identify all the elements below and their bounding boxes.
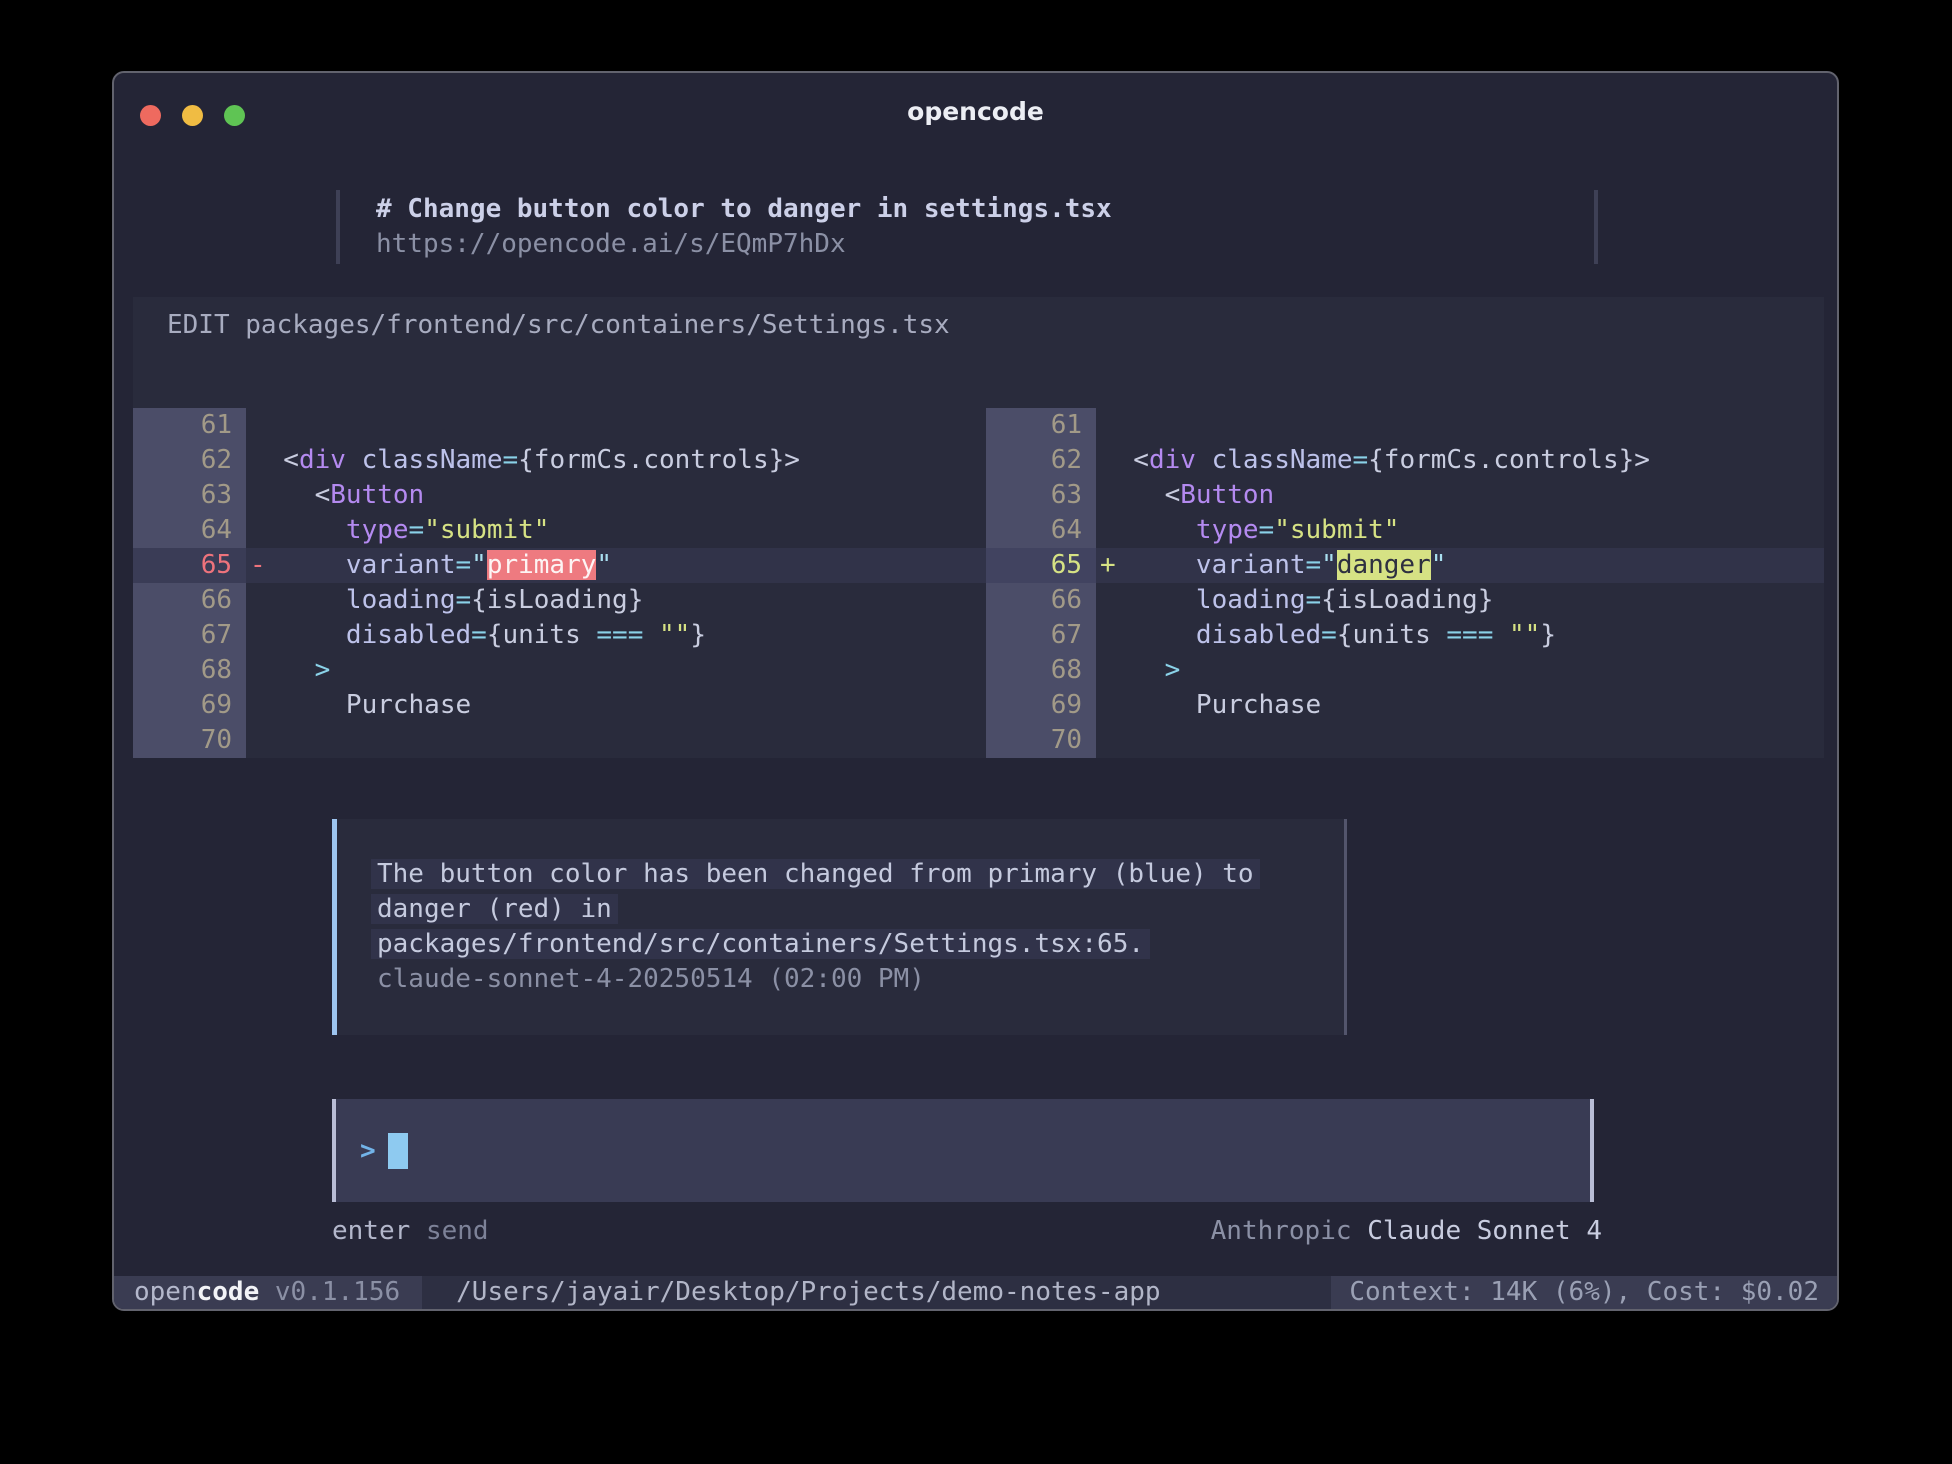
- diff-pane-before: 6162 <div className={formCs.controls}>63…: [133, 408, 986, 758]
- diff-row: 62 <div className={formCs.controls}>: [133, 443, 986, 478]
- diff-row: 69 Purchase: [133, 688, 986, 723]
- line-number: 64: [133, 513, 246, 548]
- diff-row: 63 <Button: [133, 478, 986, 513]
- code-line: disabled={units === ""}: [246, 618, 986, 653]
- line-number: 68: [133, 653, 246, 688]
- prompt-input[interactable]: >: [332, 1099, 1594, 1202]
- diff-row: 65- variant="primary": [133, 548, 986, 583]
- titlebar: opencode: [114, 73, 1837, 149]
- prompt-chevron-icon: >: [360, 1136, 376, 1166]
- opencode-window: opencode # Change button color to danger…: [112, 71, 1839, 1311]
- diff-row: 63 <Button: [986, 478, 1824, 513]
- line-number: 65: [133, 548, 246, 583]
- diff-row: 67 disabled={units === ""}: [986, 618, 1824, 653]
- line-number: 66: [986, 583, 1096, 618]
- line-number: 63: [133, 478, 246, 513]
- code-line: [1096, 408, 1824, 443]
- code-line: loading={isLoading}: [246, 583, 986, 618]
- line-number: 64: [986, 513, 1096, 548]
- message-line: The button color has been changed from p…: [377, 857, 1344, 892]
- diff-row: 64 type="submit": [986, 513, 1824, 548]
- diff-view: 6162 <div className={formCs.controls}>63…: [133, 408, 1824, 758]
- code-line: - variant="primary": [246, 548, 986, 583]
- diff-row: 66 loading={isLoading}: [986, 583, 1824, 618]
- working-directory: /Users/jayair/Desktop/Projects/demo-note…: [422, 1276, 1331, 1309]
- line-number: 62: [986, 443, 1096, 478]
- line-number: 67: [133, 618, 246, 653]
- code-line: [246, 723, 986, 758]
- code-line: <div className={formCs.controls}>: [1096, 443, 1824, 478]
- status-bar: opencode v0.1.156 /Users/jayair/Desktop/…: [114, 1276, 1837, 1309]
- line-number: 63: [986, 478, 1096, 513]
- line-number: 69: [133, 688, 246, 723]
- line-number: 70: [133, 723, 246, 758]
- diff-row: 61: [133, 408, 986, 443]
- edit-tool-panel: EDIT packages/frontend/src/containers/Se…: [133, 297, 1824, 758]
- diff-row: 68 >: [986, 653, 1824, 688]
- code-line: <Button: [246, 478, 986, 513]
- code-line: type="submit": [1096, 513, 1824, 548]
- line-number: 65: [986, 548, 1096, 583]
- code-line: [1096, 723, 1824, 758]
- diff-row: 70: [986, 723, 1824, 758]
- code-line: disabled={units === ""}: [1096, 618, 1824, 653]
- line-number: 67: [986, 618, 1096, 653]
- diff-row: 62 <div className={formCs.controls}>: [986, 443, 1824, 478]
- removed-marker: -: [250, 548, 266, 583]
- line-number: 68: [986, 653, 1096, 688]
- diff-row: 64 type="submit": [133, 513, 986, 548]
- session-title: # Change button color to danger in setti…: [376, 192, 1594, 227]
- code-line: >: [1096, 653, 1824, 688]
- line-number: 66: [133, 583, 246, 618]
- diff-pane-after: 6162 <div className={formCs.controls}>63…: [986, 408, 1824, 758]
- code-line: <div className={formCs.controls}>: [246, 443, 986, 478]
- edit-file-path: packages/frontend/src/containers/Setting…: [245, 310, 949, 340]
- code-line: loading={isLoading}: [1096, 583, 1824, 618]
- hint-row: enter send Anthropic Claude Sonnet 4: [332, 1214, 1602, 1249]
- message-line: claude-sonnet-4-20250514 (02:00 PM): [377, 962, 1344, 997]
- line-number: 62: [133, 443, 246, 478]
- message-line: packages/frontend/src/containers/Setting…: [377, 927, 1344, 962]
- code-line: <Button: [1096, 478, 1824, 513]
- code-line: Purchase: [1096, 688, 1824, 723]
- code-line: Purchase: [246, 688, 986, 723]
- message-line: danger (red) in: [377, 892, 1344, 927]
- line-number: 61: [986, 408, 1096, 443]
- diff-row: 68 >: [133, 653, 986, 688]
- edit-file-header: EDIT packages/frontend/src/containers/Se…: [133, 311, 1824, 339]
- edit-action-label: EDIT: [167, 310, 230, 340]
- diff-row: 70: [133, 723, 986, 758]
- diff-row: 65+ variant="danger": [986, 548, 1824, 583]
- line-number: 61: [133, 408, 246, 443]
- share-banner: # Change button color to danger in setti…: [336, 190, 1598, 264]
- diff-row: 66 loading={isLoading}: [133, 583, 986, 618]
- assistant-message: The button color has been changed from p…: [332, 819, 1347, 1035]
- added-marker: +: [1100, 548, 1116, 583]
- window-title: opencode: [114, 97, 1837, 126]
- share-url-link[interactable]: https://opencode.ai/s/EQmP7hDx: [376, 227, 1594, 262]
- text-cursor: [388, 1133, 408, 1169]
- code-line: + variant="danger": [1096, 548, 1824, 583]
- line-number: 70: [986, 723, 1096, 758]
- model-indicator: Anthropic Claude Sonnet 4: [1211, 1214, 1602, 1249]
- code-line: >: [246, 653, 986, 688]
- send-hint: enter send: [332, 1214, 489, 1249]
- context-cost-indicator: Context: 14K (6%), Cost: $0.02: [1331, 1276, 1837, 1309]
- diff-row: 67 disabled={units === ""}: [133, 618, 986, 653]
- line-number: 69: [986, 688, 1096, 723]
- code-line: [246, 408, 986, 443]
- app-version-segment: opencode v0.1.156: [114, 1276, 422, 1309]
- diff-row: 69 Purchase: [986, 688, 1824, 723]
- code-line: type="submit": [246, 513, 986, 548]
- diff-row: 61: [986, 408, 1824, 443]
